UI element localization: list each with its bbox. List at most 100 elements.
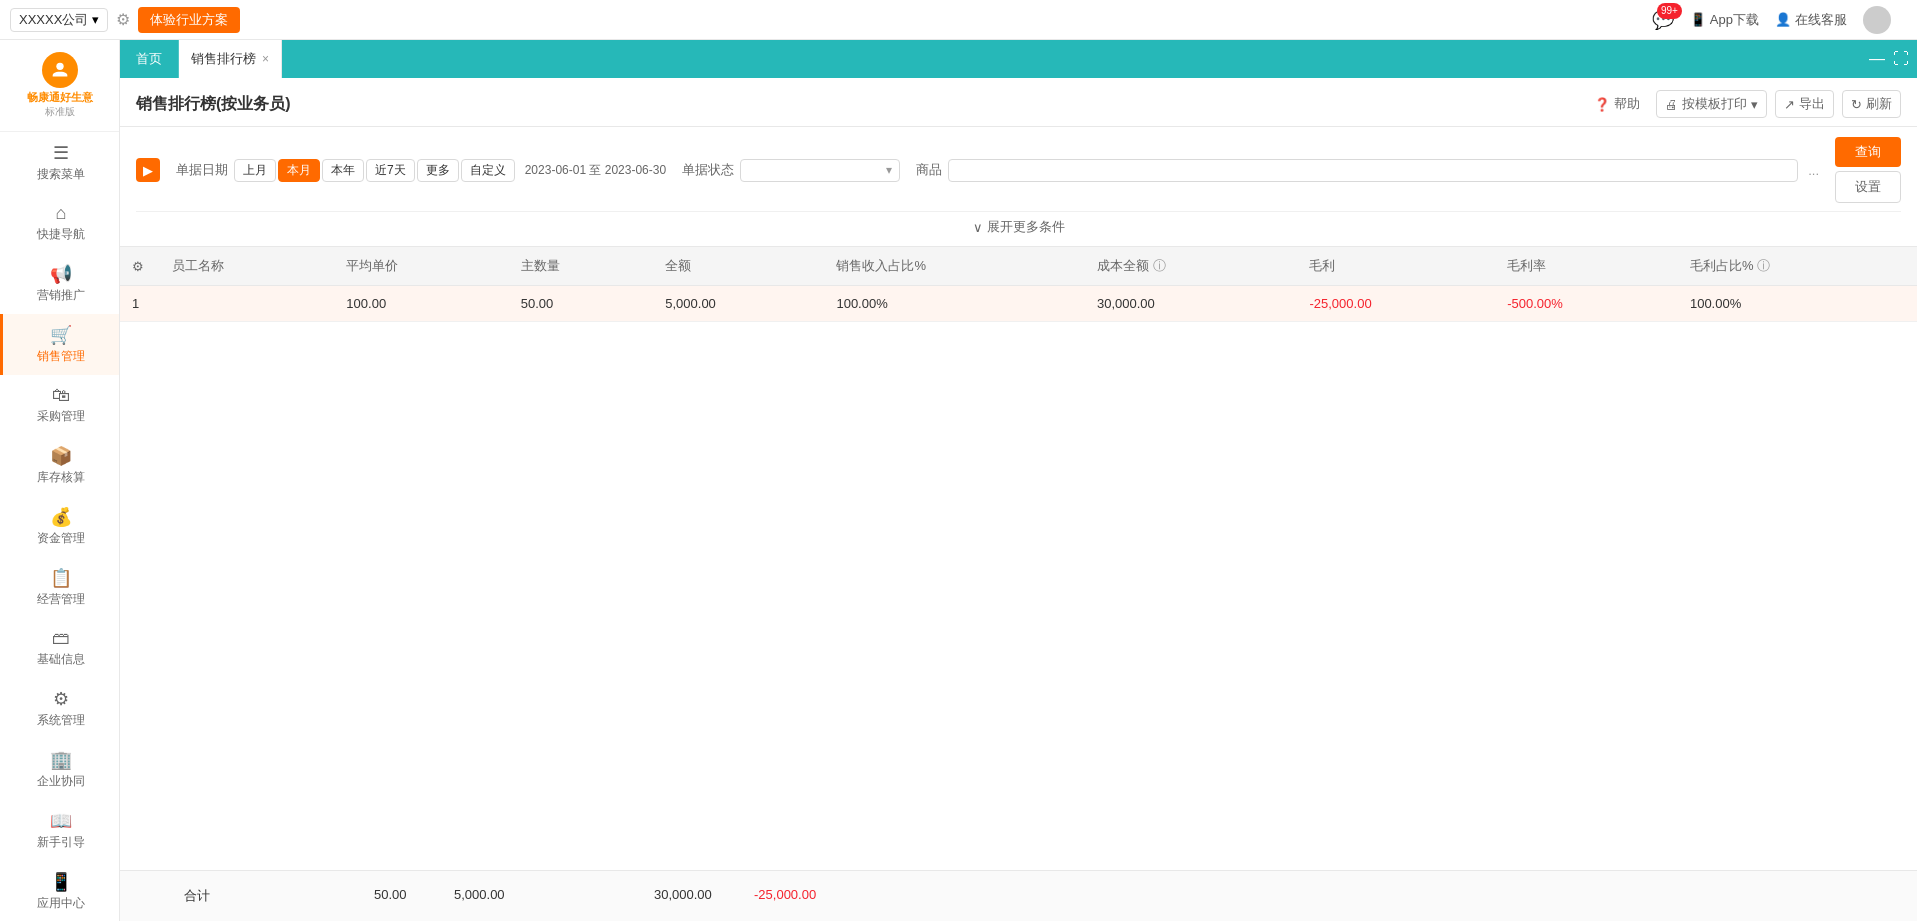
company-selector[interactable]: XXXXX公司 ▾ (10, 8, 108, 32)
footer-sales-pct (532, 881, 642, 911)
avatar[interactable] (1863, 6, 1891, 34)
filter-expand-arrow[interactable]: ▶ (136, 158, 160, 182)
sidebar-logo: 畅康通好生意 标准版 (0, 40, 119, 132)
expand-label: 展开更多条件 (987, 218, 1065, 236)
export-button[interactable]: ↗ 导出 (1775, 90, 1834, 118)
col-qty: 主数量 (509, 247, 654, 286)
refresh-button[interactable]: ↻ 刷新 (1842, 90, 1901, 118)
col-amount: 全额 (653, 247, 824, 286)
inventory-icon: 📦 (50, 445, 72, 467)
tab-home-label: 首页 (136, 50, 162, 68)
export-label: 导出 (1799, 95, 1825, 113)
sidebar-item-apps[interactable]: 📱 应用中心 (0, 861, 119, 921)
table-header: ⚙ 员工名称 平均单价 主数量 全额 销售收入占比% 成本全额 ⓘ 毛利 毛利率… (120, 247, 1917, 286)
tab-actions: — ⛶ (1869, 50, 1917, 68)
chevron-down-icon: ▾ (92, 12, 99, 27)
cost-info-icon[interactable]: ⓘ (1153, 258, 1166, 273)
this-month-button[interactable]: 本月 (278, 159, 320, 182)
col-settings[interactable]: ⚙ (120, 247, 160, 286)
sidebar-item-purchase[interactable]: 🛍 采购管理 (0, 375, 119, 435)
print-icon: 🖨 (1665, 97, 1678, 112)
sidebar-item-shortcut[interactable]: ⌂ 快捷导航 (0, 193, 119, 253)
table-body: 1 100.00 50.00 5,000.00 100.00% 30,000.0… (120, 286, 1917, 322)
sidebar-item-label: 销售管理 (37, 348, 85, 365)
page-actions: ❓ 帮助 🖨 按模板打印 ▾ ↗ 导出 ↻ 刷新 (1586, 90, 1901, 118)
help-button[interactable]: ❓ 帮助 (1586, 91, 1648, 117)
footer-qty: 50.00 (362, 881, 442, 911)
tab-sales-ranking[interactable]: 销售排行榜 × (179, 40, 282, 78)
sidebar-item-system[interactable]: ⚙ 系统管理 (0, 678, 119, 739)
goods-input[interactable] (948, 159, 1798, 182)
custom-date-button[interactable]: 自定义 (461, 159, 515, 182)
tab-maximize-button[interactable]: ⛶ (1893, 50, 1909, 68)
tab-close-button[interactable]: × (262, 52, 269, 66)
marketing-icon: 📢 (50, 263, 72, 285)
app-download-label: App下载 (1710, 11, 1759, 29)
query-settings-buttons: 查询 设置 (1835, 137, 1901, 203)
app-download-button[interactable]: 📱 App下载 (1690, 11, 1759, 29)
online-service-button[interactable]: 👤 在线客服 (1775, 11, 1847, 29)
tab-bar: 首页 销售排行榜 × — ⛶ (120, 40, 1917, 78)
footer-total-label: 合计 (172, 881, 272, 911)
settings-button[interactable]: 设置 (1835, 171, 1901, 203)
try-industry-button[interactable]: 体验行业方案 (138, 7, 240, 33)
filter-area: ▶ 单据日期 上月 本月 本年 近7天 更多 自定义 2023-06-01 至 … (120, 127, 1917, 247)
status-filter: 单据状态 (682, 159, 900, 182)
page-title: 销售排行榜(按业务员) (136, 94, 291, 115)
sidebar-item-corp[interactable]: 🏢 企业协同 (0, 739, 119, 800)
cell-employee (160, 286, 334, 322)
expand-icon: ∨ (973, 220, 983, 235)
cell-gross-rate: -500.00% (1495, 286, 1678, 322)
sidebar-item-operation[interactable]: 📋 经营管理 (0, 557, 119, 618)
more-date-button[interactable]: 更多 (417, 159, 459, 182)
print-button[interactable]: 🖨 按模板打印 ▾ (1656, 90, 1767, 118)
system-icon: ⚙ (53, 688, 69, 710)
gross-pct-info-icon[interactable]: ⓘ (1757, 258, 1770, 273)
status-select-wrapper (740, 159, 900, 182)
export-icon: ↗ (1784, 97, 1795, 112)
refresh-label: 刷新 (1866, 95, 1892, 113)
status-select[interactable] (740, 159, 900, 182)
last7days-button[interactable]: 近7天 (366, 159, 415, 182)
sidebar-item-search[interactable]: ☰ 搜索菜单 (0, 132, 119, 193)
footer-amount: 5,000.00 (442, 881, 532, 911)
message-icon[interactable]: 💬 99+ (1652, 9, 1674, 31)
sidebar-item-label: 资金管理 (37, 530, 85, 547)
query-button[interactable]: 查询 (1835, 137, 1901, 167)
finance-icon: 💰 (50, 506, 72, 528)
content-area: 首页 销售排行榜 × — ⛶ 销售排行榜(按业务员) ❓ 帮助 (120, 40, 1917, 921)
table-header-row: ⚙ 员工名称 平均单价 主数量 全额 销售收入占比% 成本全额 ⓘ 毛利 毛利率… (120, 247, 1917, 286)
tab-home[interactable]: 首页 (120, 40, 179, 78)
tab-minimize-button[interactable]: — (1869, 50, 1885, 68)
help-label: 帮助 (1614, 95, 1640, 113)
sidebar-item-finance[interactable]: 💰 资金管理 (0, 496, 119, 557)
sidebar-item-label: 企业协同 (37, 773, 85, 790)
col-gross-profit: 毛利 (1297, 247, 1495, 286)
this-year-button[interactable]: 本年 (322, 159, 364, 182)
last-month-button[interactable]: 上月 (234, 159, 276, 182)
sidebar-item-label: 新手引导 (37, 834, 85, 851)
sidebar-item-label: 快捷导航 (37, 226, 85, 243)
sidebar-item-sales[interactable]: 🛒 销售管理 (0, 314, 119, 375)
basic-icon: 🗃 (52, 628, 70, 649)
sidebar-item-inventory[interactable]: 📦 库存核算 (0, 435, 119, 496)
online-service-label: 在线客服 (1795, 11, 1847, 29)
goods-more-icon[interactable]: ... (1808, 163, 1819, 178)
cell-qty: 50.00 (509, 286, 654, 322)
cell-rank: 1 (120, 286, 160, 322)
goods-filter: 商品 ... (916, 159, 1819, 182)
footer-label (132, 881, 172, 911)
sidebar-item-marketing[interactable]: 📢 营销推广 (0, 253, 119, 314)
sidebar-item-basic[interactable]: 🗃 基础信息 (0, 618, 119, 678)
corp-icon: 🏢 (50, 749, 72, 771)
table-area: ⚙ 员工名称 平均单价 主数量 全额 销售收入占比% 成本全额 ⓘ 毛利 毛利率… (120, 247, 1917, 870)
refresh-icon: ↻ (1851, 97, 1862, 112)
col-employee: 员工名称 (160, 247, 334, 286)
svg-point-0 (56, 63, 63, 70)
sidebar-item-label: 系统管理 (37, 712, 85, 729)
settings-icon[interactable]: ⚙ (116, 10, 130, 29)
sidebar-item-label: 采购管理 (37, 408, 85, 425)
expand-conditions-button[interactable]: ∨ 展开更多条件 (973, 218, 1065, 236)
sidebar-item-guide[interactable]: 📖 新手引导 (0, 800, 119, 861)
operation-icon: 📋 (50, 567, 72, 589)
